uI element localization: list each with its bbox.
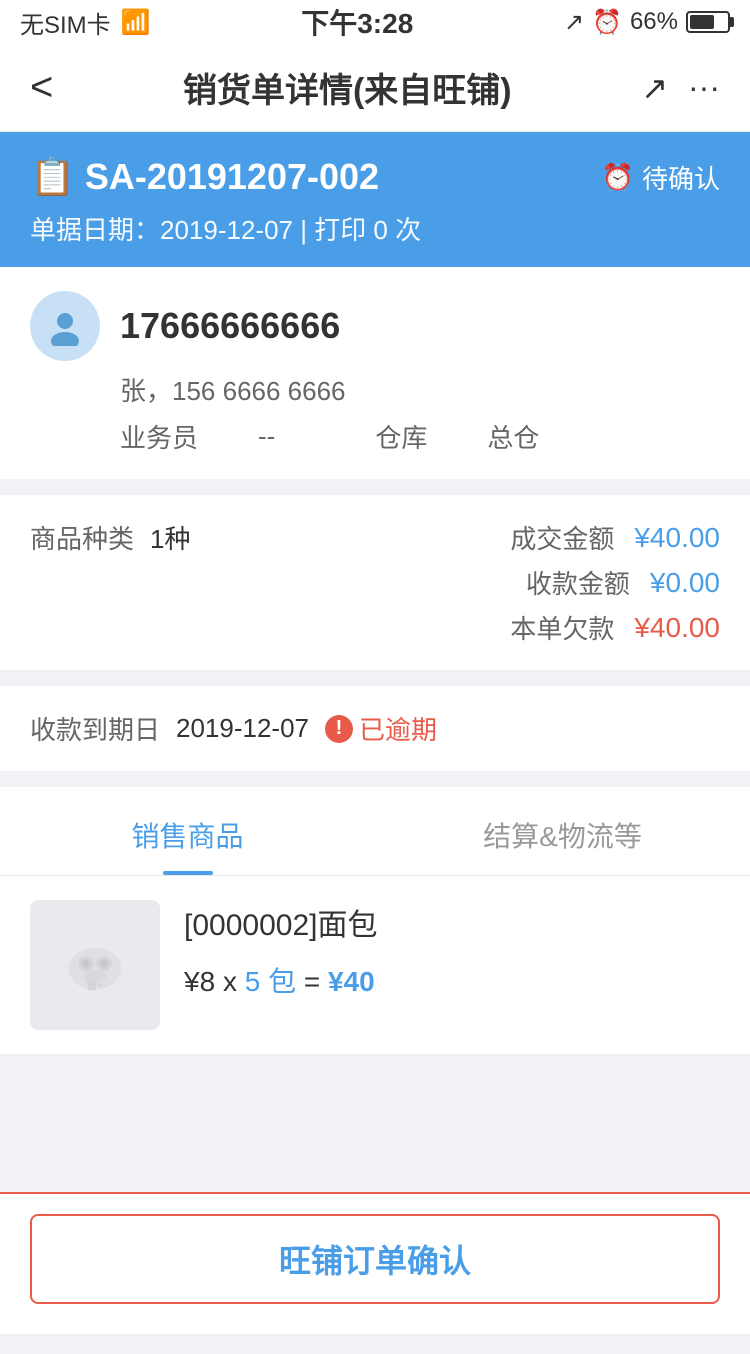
order-icon: 📋 [30, 156, 75, 198]
carrier-text: 无SIM卡 [20, 5, 111, 40]
avatar [30, 291, 100, 361]
product-price: ¥8 x 5 包 = ¥40 [184, 960, 720, 1000]
location-icon: ↗ [564, 8, 584, 37]
order-date: 单据日期：2019-12-07 | 打印 0 次 [30, 210, 720, 247]
order-status: ⏰ 待确认 [602, 159, 720, 196]
overdue-badge: ! 已逾期 [325, 710, 437, 747]
multiply-sign: x [223, 966, 245, 997]
salesperson-value: -- [258, 421, 275, 452]
amount-label-2: 本单欠款 [510, 609, 614, 646]
product-image: 管+ [30, 900, 160, 1030]
amount-value-0: ¥40.00 [634, 522, 720, 554]
status-left: 无SIM卡 📶 [20, 5, 151, 40]
alarm-icon: ⏰ [592, 8, 622, 37]
order-header: 📋 SA-20191207-002 ⏰ 待确认 单据日期：2019-12-07 … [0, 132, 750, 267]
order-id-row: 📋 SA-20191207-002 ⏰ 待确认 [30, 156, 720, 198]
summary-section: 商品种类 1种 成交金额 ¥40.00 收款金额 ¥0.00 本单欠款 ¥40.… [0, 495, 750, 670]
status-clock-icon: ⏰ [602, 162, 634, 193]
amount-row-1: 收款金额 ¥0.00 [526, 564, 720, 601]
salesperson-label: 业务员 [120, 418, 198, 455]
customer-name: 张，156 6666 6666 [120, 371, 720, 408]
product-qty: 5 [245, 966, 261, 997]
product-type-value: 1种 [150, 519, 190, 556]
order-id-text: SA-20191207-002 [85, 156, 379, 198]
overdue-icon: ! [325, 715, 353, 743]
amount-label-0: 成交金额 [510, 519, 614, 556]
bottom-bar: 旺铺订单确认 [0, 1192, 750, 1334]
unit-price: ¥8 [184, 966, 215, 997]
svg-text:管+: 管+ [87, 979, 104, 992]
warehouse-value: 总仓 [487, 418, 539, 455]
battery-percent: 66% [630, 8, 678, 36]
amount-row-2: 本单欠款 ¥40.00 [510, 609, 720, 646]
status-time: 下午3:28 [301, 2, 413, 42]
customer-meta: 业务员 -- 仓库 总仓 [120, 418, 720, 455]
customer-section: 17666666666 张，156 6666 6666 业务员 -- 仓库 总仓 [0, 267, 750, 479]
customer-phone: 17666666666 [120, 305, 340, 347]
share-button[interactable]: ↗ [641, 69, 668, 107]
status-right: ↗ ⏰ 66% [564, 8, 730, 37]
confirm-button-label: 旺铺订单确认 [279, 1236, 471, 1282]
tab-products[interactable]: 销售商品 [0, 787, 375, 875]
amount-value-2: ¥40.00 [634, 612, 720, 644]
order-id: 📋 SA-20191207-002 [30, 156, 379, 198]
product-total: ¥40 [328, 966, 375, 997]
page-title: 销货单详情(来自旺铺) [183, 63, 512, 112]
due-date: 2019-12-07 [176, 713, 309, 744]
nav-right[interactable]: ↗ ··· [641, 69, 720, 107]
summary-right: 成交金额 ¥40.00 收款金额 ¥0.00 本单欠款 ¥40.00 [510, 519, 720, 646]
nav-left[interactable]: < [30, 65, 53, 110]
product-thumbnail: 管+ [55, 935, 135, 995]
back-button[interactable]: < [30, 65, 53, 110]
customer-row: 17666666666 [30, 291, 720, 361]
confirm-button[interactable]: 旺铺订单确认 [30, 1214, 720, 1304]
tabs: 销售商品 结算&物流等 [0, 787, 750, 876]
amount-label-1: 收款金额 [526, 564, 630, 601]
list-item: 管+ [0000002]面包 ¥8 x 5 包 = ¥40 [30, 900, 720, 1030]
tab-settlement[interactable]: 结算&物流等 [375, 787, 750, 875]
equals-sign: = [304, 966, 328, 997]
product-info: [0000002]面包 ¥8 x 5 包 = ¥40 [184, 900, 720, 1000]
products-section: 管+ [0000002]面包 ¥8 x 5 包 = ¥40 [0, 876, 750, 1054]
nav-bar: < 销货单详情(来自旺铺) ↗ ··· [0, 44, 750, 132]
warehouse-label: 仓库 [375, 418, 427, 455]
due-section: 收款到期日 2019-12-07 ! 已逾期 [0, 686, 750, 771]
overdue-text: 已逾期 [359, 710, 437, 747]
due-label: 收款到期日 [30, 710, 160, 747]
product-name: [0000002]面包 [184, 900, 720, 944]
tab-settlement-label: 结算&物流等 [483, 821, 642, 852]
product-type-label: 商品种类 [30, 519, 134, 556]
more-button[interactable]: ··· [688, 69, 720, 106]
status-bar: 无SIM卡 📶 下午3:28 ↗ ⏰ 66% [0, 0, 750, 44]
summary-left: 商品种类 1种 [30, 519, 510, 556]
wifi-icon: 📶 [121, 8, 151, 37]
amount-value-1: ¥0.00 [650, 567, 720, 599]
status-text: 待确认 [642, 159, 720, 196]
battery-icon [686, 11, 730, 33]
product-unit: 包 [268, 966, 296, 997]
tab-products-label: 销售商品 [131, 821, 243, 852]
amount-row-0: 成交金额 ¥40.00 [510, 519, 720, 556]
